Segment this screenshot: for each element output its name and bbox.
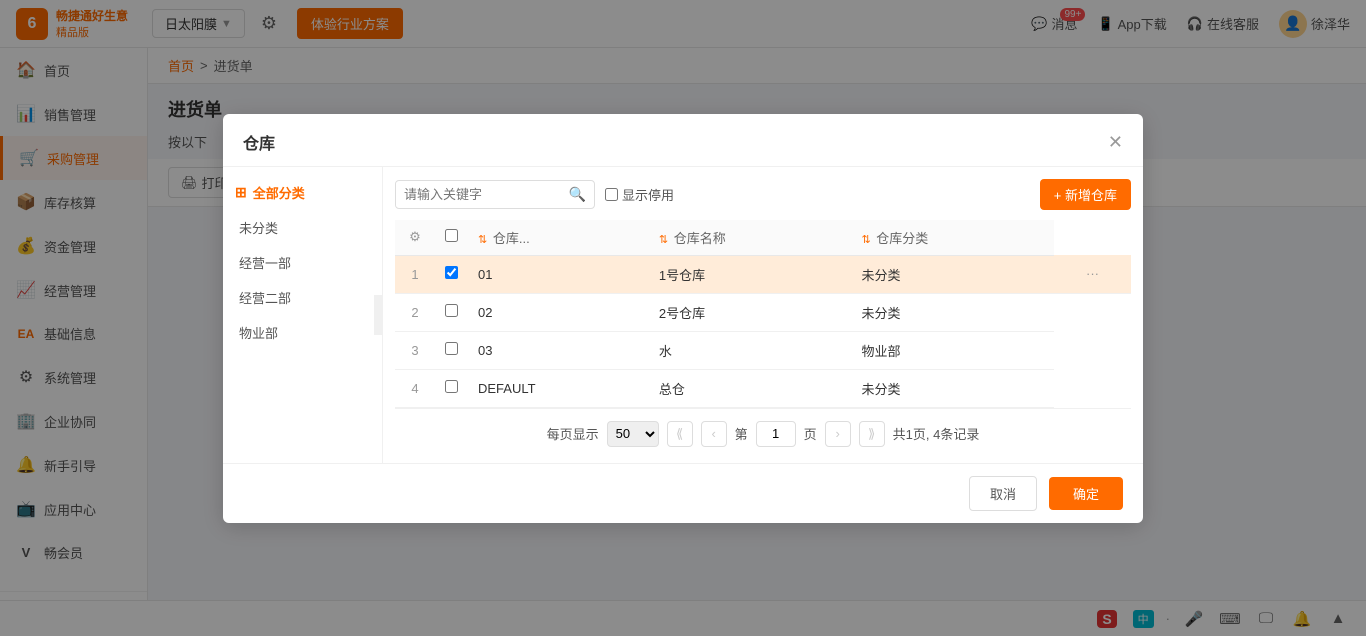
row-code: 03 — [468, 331, 649, 369]
table-header-row: ⚙ ⇅ 仓库... ⇅ 仓库名称 — [395, 220, 1131, 256]
category-collapse-button[interactable]: 《 — [374, 295, 383, 335]
category-ops1[interactable]: 经营一部 — [223, 245, 382, 280]
category-ops2[interactable]: 经营二部 — [223, 280, 382, 315]
col-warehouse-category-header: ⇅ 仓库分类 — [851, 220, 1054, 256]
page-prev-button[interactable]: ‹ — [701, 421, 727, 447]
row-name: 水 — [649, 331, 852, 369]
row-checkbox[interactable] — [445, 266, 458, 279]
row-checkbox-cell — [435, 369, 468, 407]
row-checkbox-cell — [435, 331, 468, 369]
per-page-select[interactable]: 50 100 200 — [607, 421, 659, 447]
col-warehouse-code-header: ⇅ 仓库... — [468, 220, 649, 256]
cancel-button[interactable]: 取消 — [969, 476, 1037, 511]
table-body: 1 01 1号仓库 未分类 ··· 2 02 2号仓库 未分类 3 03 水 物… — [395, 255, 1131, 407]
dialog-body: ⊞ 全部分类 未分类 经营一部 经营二部 物业部 《 🔍 — [223, 167, 1143, 463]
confirm-button[interactable]: 确定 — [1049, 477, 1123, 510]
dialog-title: 仓库 — [243, 130, 275, 154]
row-category: 未分类 — [851, 369, 1054, 407]
search-icon[interactable]: 🔍 — [561, 181, 594, 208]
page-last-button[interactable]: ⟫ — [859, 421, 885, 447]
search-input[interactable] — [396, 182, 561, 207]
sort-icon-name: ⇅ — [659, 234, 668, 246]
show-disabled-label[interactable]: 显示停用 — [605, 185, 674, 204]
dialog-close-button[interactable]: ✕ — [1108, 133, 1123, 151]
category-all-header[interactable]: ⊞ 全部分类 — [223, 175, 382, 210]
show-disabled-checkbox[interactable] — [605, 188, 618, 201]
category-property[interactable]: 物业部 — [223, 315, 382, 350]
table-row[interactable]: 2 02 2号仓库 未分类 — [395, 293, 1131, 331]
col-warehouse-name-header: ⇅ 仓库名称 — [649, 220, 852, 256]
row-category: 未分类 — [851, 293, 1054, 331]
row-category: 物业部 — [851, 331, 1054, 369]
table-area: 🔍 显示停用 + 新增仓库 ⚙ — [383, 167, 1143, 463]
row-number: 4 — [395, 369, 435, 407]
row-actions[interactable]: ··· — [1054, 255, 1131, 293]
sort-icon-code: ⇅ — [478, 234, 487, 246]
col-settings: ⚙ — [395, 220, 435, 256]
total-label: 共1页, 4条记录 — [893, 424, 980, 443]
page-input[interactable] — [756, 421, 796, 447]
grid-icon: ⊞ — [235, 184, 247, 201]
modal-overlay[interactable]: 仓库 ✕ ⊞ 全部分类 未分类 经营一部 经营二部 物业部 《 — [0, 0, 1366, 636]
row-checkbox-cell — [435, 255, 468, 293]
per-page-label: 每页显示 — [547, 424, 599, 443]
dialog-footer: 取消 确定 — [223, 463, 1143, 523]
row-number: 2 — [395, 293, 435, 331]
row-checkbox[interactable] — [445, 342, 458, 355]
row-name: 2号仓库 — [649, 293, 852, 331]
category-sidebar: ⊞ 全部分类 未分类 经营一部 经营二部 物业部 《 — [223, 167, 383, 463]
row-code: DEFAULT — [468, 369, 649, 407]
col-checkbox-header — [435, 220, 468, 256]
row-category: 未分类 — [851, 255, 1054, 293]
table-toolbar: 🔍 显示停用 + 新增仓库 — [395, 179, 1131, 210]
page-next-button[interactable]: › — [825, 421, 851, 447]
page-label: 第 — [735, 424, 748, 443]
row-number: 3 — [395, 331, 435, 369]
row-checkbox-cell — [435, 293, 468, 331]
row-checkbox[interactable] — [445, 304, 458, 317]
row-name: 总仓 — [649, 369, 852, 407]
select-all-checkbox[interactable] — [445, 229, 458, 242]
search-box: 🔍 — [395, 180, 595, 209]
sort-icon-category: ⇅ — [861, 234, 870, 246]
warehouse-dialog: 仓库 ✕ ⊞ 全部分类 未分类 经营一部 经营二部 物业部 《 — [223, 114, 1143, 523]
table-row[interactable]: 1 01 1号仓库 未分类 ··· — [395, 255, 1131, 293]
category-unclassified[interactable]: 未分类 — [223, 210, 382, 245]
row-code: 01 — [468, 255, 649, 293]
row-code: 02 — [468, 293, 649, 331]
pagination: 每页显示 50 100 200 ⟪ ‹ 第 页 › ⟫ 共1页, 4条记录 — [395, 408, 1131, 451]
dialog-header: 仓库 ✕ — [223, 114, 1143, 167]
row-number: 1 — [395, 255, 435, 293]
row-checkbox[interactable] — [445, 380, 458, 393]
category-all-label: 全部分类 — [253, 183, 305, 202]
table-row[interactable]: 3 03 水 物业部 — [395, 331, 1131, 369]
table-scroll-area: ⚙ ⇅ 仓库... ⇅ 仓库名称 — [395, 220, 1131, 408]
add-warehouse-button[interactable]: + 新增仓库 — [1040, 179, 1131, 210]
warehouse-table: ⚙ ⇅ 仓库... ⇅ 仓库名称 — [395, 220, 1131, 408]
page-first-button[interactable]: ⟪ — [667, 421, 693, 447]
page-suffix: 页 — [804, 424, 817, 443]
row-name: 1号仓库 — [649, 255, 852, 293]
table-row[interactable]: 4 DEFAULT 总仓 未分类 — [395, 369, 1131, 407]
